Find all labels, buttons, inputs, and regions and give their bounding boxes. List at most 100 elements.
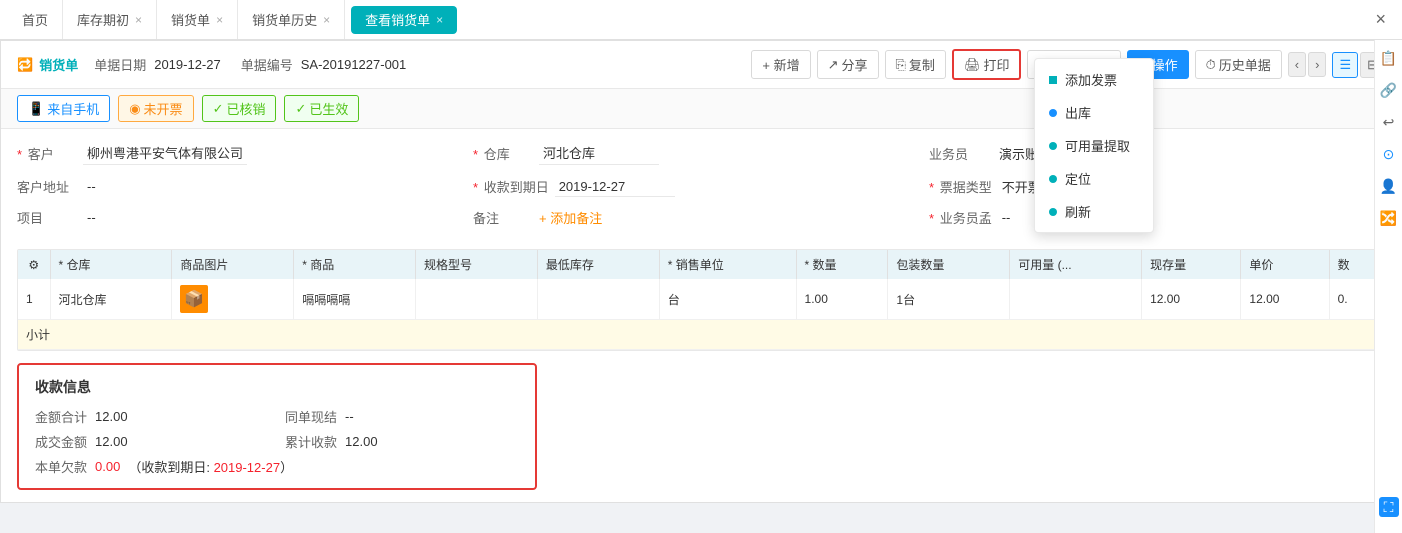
tab-inventory-label: 库存期初 (77, 10, 129, 29)
tab-sales-history[interactable]: 销货单历史 × (238, 0, 345, 39)
col-gear[interactable]: ⚙ (18, 250, 50, 279)
sidebar-icon-circle[interactable]: ⊙ (1379, 144, 1399, 164)
trade-amount-value: 12.00 (95, 434, 128, 449)
tab-view-sales-close[interactable]: × (436, 13, 443, 27)
nav-arrows: ‹ › (1288, 52, 1327, 77)
warehouse-value: 河北仓库 (539, 141, 659, 165)
trade-amount-row: 成交金额 12.00 (35, 432, 269, 451)
refresh-item[interactable]: 刷新 (1035, 195, 1153, 228)
print-button[interactable]: 🖨 打印 (952, 49, 1022, 80)
ticket-type-field: * 票据类型 不开票 (929, 175, 1385, 198)
tab-home-label: 首页 (22, 10, 48, 29)
copy-button[interactable]: ⎘ 复制 (885, 50, 946, 79)
total-amount-value: 12.00 (95, 409, 128, 424)
address-value: -- (83, 177, 100, 196)
row-product: 嗝嗝嗝嗝 (294, 279, 416, 320)
locate-icon (1049, 175, 1057, 183)
col-product: * 商品 (294, 250, 416, 279)
same-order-label: 同单现结 (285, 407, 337, 426)
next-button[interactable]: › (1308, 52, 1326, 77)
effect-badge: ✓ 已生效 (284, 95, 359, 122)
col-pack-qty: 包装数量 (888, 250, 1010, 279)
list-view-button[interactable]: ☰ (1332, 52, 1358, 78)
arrears-due-date: 2019-12-27 (214, 460, 281, 475)
col-available: 可用量 (... (1010, 250, 1142, 279)
payment-section: 收款信息 金额合计 12.00 同单现结 -- 成交金额 12.00 累计收款 … (17, 363, 537, 490)
doc-meta: 单据日期 2019-12-27 单据编号 SA-20191227-001 (94, 55, 406, 74)
prev-button[interactable]: ‹ (1288, 52, 1306, 77)
sales-staff-label: 业务员孟 (940, 211, 992, 226)
arrears-row: 本单欠款 0.00 （收款到期日: 2019-12-27） (35, 457, 519, 476)
sidebar-icon-link[interactable]: 🔗 (1379, 80, 1399, 100)
row-min-stock (537, 279, 659, 320)
available-qty-item[interactable]: 可用量提取 (1035, 129, 1153, 162)
required-star: * (17, 147, 22, 162)
address-field: 客户地址 -- (17, 177, 473, 196)
row-qty: 1.00 (796, 279, 888, 320)
effect-icon: ✓ (295, 101, 306, 117)
sidebar-icon-doc[interactable]: 📋 (1379, 48, 1399, 68)
form-row-2: 客户地址 -- * 收款到期日 2019-12-27 * 票据类型 不开票 (17, 175, 1385, 198)
tab-sales-history-close[interactable]: × (323, 13, 330, 27)
tab-sales-label: 销货单 (171, 10, 210, 29)
available-qty-label: 可用量提取 (1065, 136, 1130, 155)
product-table: ⚙ * 仓库 商品图片 * 商品 规格型号 最低库存 * 销售单位 * 数量 包… (18, 250, 1384, 350)
col-unit: * 销售单位 (659, 250, 796, 279)
row-price: 12.00 (1241, 279, 1329, 320)
doc-title-icon: 🔁 (17, 57, 33, 73)
arrears-value: 0.00 (95, 459, 120, 474)
out-warehouse-item[interactable]: 出库 (1035, 96, 1153, 129)
right-sidebar: 📋 🔗 ↩ ⊙ 👤 🔀 ⛶ (1374, 40, 1402, 533)
row-available (1010, 279, 1142, 320)
arrears-note: （收款到期日: 2019-12-27） (128, 457, 293, 476)
trade-amount-label: 成交金额 (35, 432, 87, 451)
col-qty: * 数量 (796, 250, 888, 279)
tab-inventory-close[interactable]: × (135, 13, 142, 27)
payment-grid: 金额合计 12.00 同单现结 -- 成交金额 12.00 累计收款 12.00… (35, 407, 519, 476)
warehouse-label: 仓库 (484, 147, 510, 162)
history-button[interactable]: ⏱ 历史单据 (1195, 50, 1282, 79)
tab-inventory[interactable]: 库存期初 × (63, 0, 157, 39)
project-label: 项目 (17, 208, 77, 227)
from-phone-button[interactable]: 📱 来自手机 (17, 95, 110, 122)
table-header-row: ⚙ * 仓库 商品图片 * 商品 规格型号 最低库存 * 销售单位 * 数量 包… (18, 250, 1384, 279)
main-area: 🔁 销货单 单据日期 2019-12-27 单据编号 SA-20191227-0… (0, 40, 1402, 503)
tab-sales[interactable]: 销货单 × (157, 0, 238, 39)
sub-action-bar: 📱 来自手机 ◉ 未开票 ✓ 已核销 ✓ 已生效 (1, 89, 1401, 129)
sales-staff-value: -- (998, 208, 1015, 227)
total-amount-row: 金额合计 12.00 (35, 407, 269, 426)
address-label: 客户地址 (17, 177, 77, 196)
add-invoice-label: 添加发票 (1065, 70, 1117, 89)
phone-icon: 📱 (28, 101, 44, 117)
window-close-button[interactable]: × (1367, 9, 1394, 30)
cumulative-value: 12.00 (345, 434, 378, 449)
cumulative-row: 累计收款 12.00 (285, 432, 519, 451)
sidebar-icon-user[interactable]: 👤 (1379, 176, 1399, 196)
sidebar-icon-swap[interactable]: 🔀 (1379, 208, 1399, 228)
check-badge: ✓ 已核销 (202, 95, 277, 122)
tab-sales-close[interactable]: × (216, 13, 223, 27)
customer-field: * 客户 柳州粤港平安气体有限公司 (17, 141, 473, 165)
payment-title: 收款信息 (35, 377, 519, 397)
col-warehouse: * 仓库 (50, 250, 172, 279)
due-date-label: 收款到期日 (484, 180, 549, 195)
dropdown-menu: 添加发票 出库 可用量提取 定位 刷新 (1034, 58, 1154, 233)
tab-view-sales[interactable]: 查看销货单 × (351, 6, 457, 34)
not-open-button[interactable]: ◉ 未开票 (118, 95, 193, 122)
doc-header: 🔁 销货单 单据日期 2019-12-27 单据编号 SA-20191227-0… (1, 41, 1401, 89)
no-label: 单据编号 (241, 55, 293, 74)
sidebar-icon-back[interactable]: ↩ (1379, 112, 1399, 132)
sidebar-icon-fullscreen[interactable]: ⛶ (1379, 497, 1399, 517)
row-stock: 12.00 (1142, 279, 1241, 320)
customer-value: 柳州粤港平安气体有限公司 (83, 141, 247, 165)
add-note-button[interactable]: + 添加备注 (539, 208, 602, 227)
no-value: SA-20191227-001 (301, 57, 407, 72)
history-icon: ⏱ (1206, 57, 1216, 73)
add-invoice-item[interactable]: 添加发票 (1035, 63, 1153, 96)
print-icon: 🖨 (964, 57, 981, 73)
tab-home[interactable]: 首页 (8, 0, 63, 39)
new-button[interactable]: + 新增 (751, 50, 810, 79)
locate-item[interactable]: 定位 (1035, 162, 1153, 195)
staff-field: 业务员 演示账号 (929, 142, 1385, 165)
share-button[interactable]: ↗ 分享 (817, 50, 879, 79)
